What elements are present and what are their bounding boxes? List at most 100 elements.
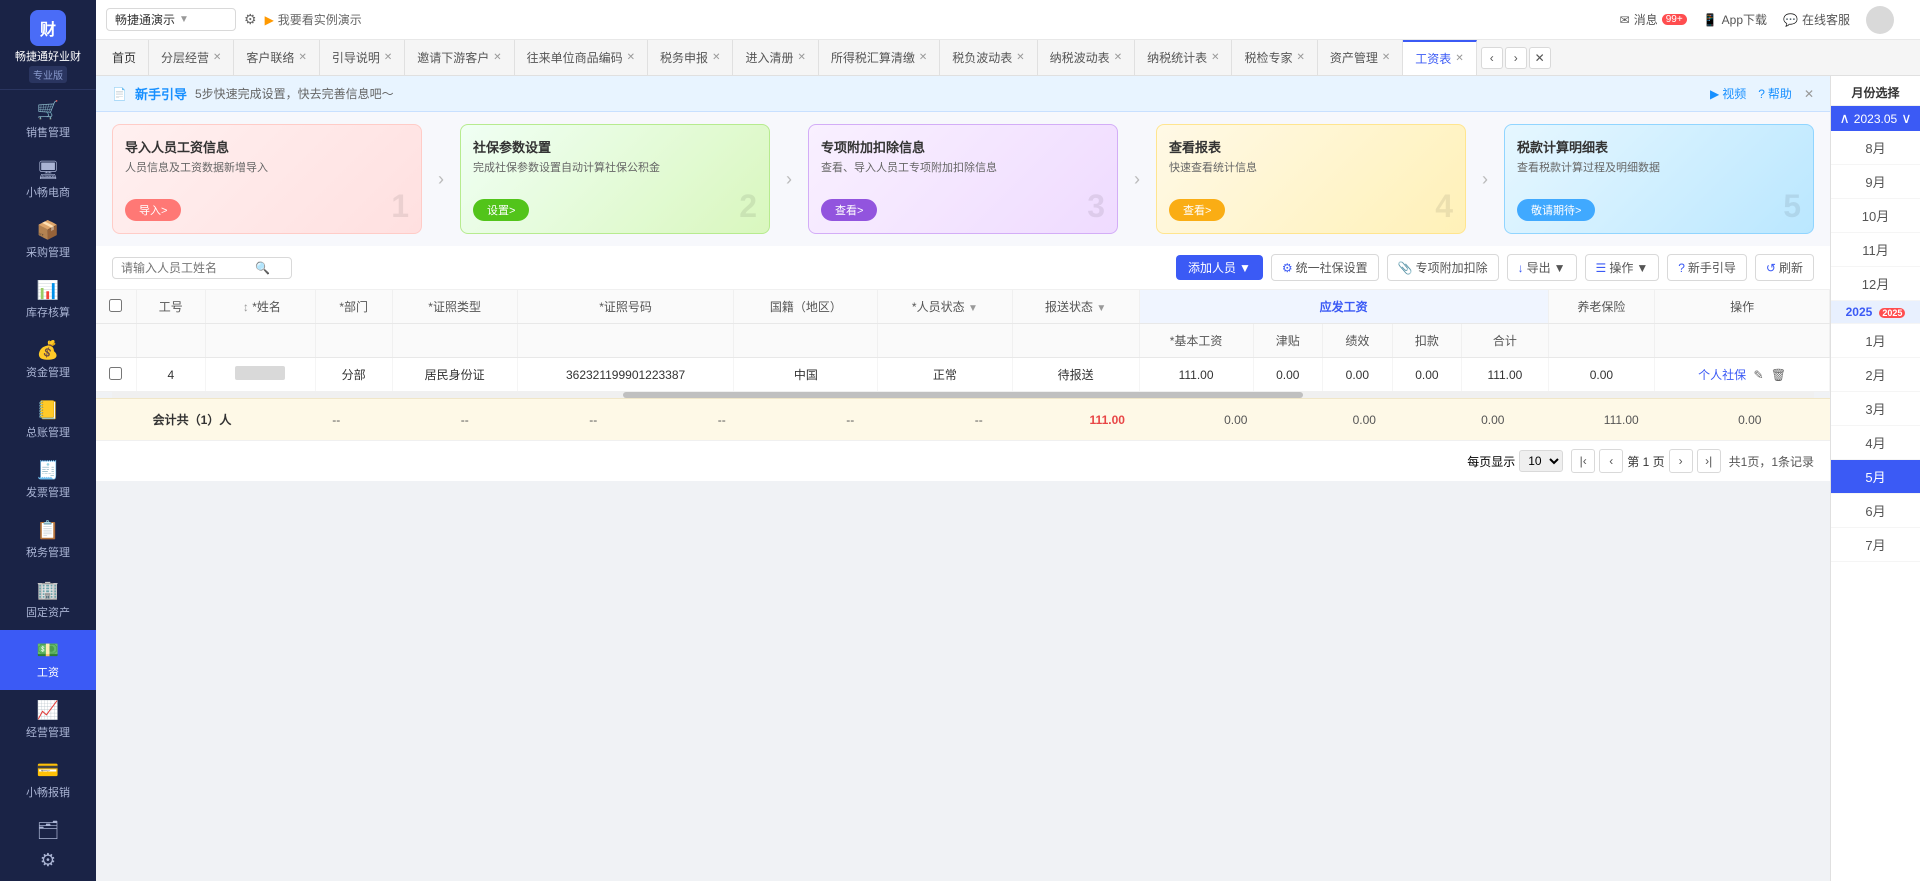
tab-payroll[interactable]: 工资表 ✕ (1403, 40, 1476, 76)
tab-client-close[interactable]: ✕ (298, 52, 306, 63)
unified-setting-label: 统一社保设置 (1296, 259, 1368, 276)
month-6[interactable]: 6月 (1831, 494, 1920, 528)
tab-invite-close[interactable]: ✕ (493, 52, 501, 63)
tab-tax-report-close[interactable]: ✕ (712, 52, 720, 63)
sidebar-item-basics[interactable]: 🗂 基础信息 (0, 810, 96, 840)
unified-setting-btn[interactable]: ⚙ 统一社保设置 (1271, 254, 1379, 281)
tab-tax-stat[interactable]: 纳税统计表 ✕ (1135, 40, 1232, 76)
tab-tax-wave[interactable]: 纳税波动表 ✕ (1038, 40, 1135, 76)
month-10[interactable]: 10月 (1831, 199, 1920, 233)
tab-asset-mgmt[interactable]: 资产管理 ✕ (1318, 40, 1403, 76)
th-idno: *证照号码 (517, 290, 734, 324)
sidebar-item-inventory[interactable]: 📊 库存核算 (0, 270, 96, 330)
export-btn[interactable]: ↓ 导出 ▼ (1507, 254, 1577, 281)
step-1-btn[interactable]: 导入> (125, 199, 181, 221)
sidebar-item-invoice[interactable]: 🧾 发票管理 (0, 450, 96, 510)
guide-close-btn[interactable]: ✕ (1804, 87, 1814, 101)
tab-product-code-close[interactable]: ✕ (627, 52, 635, 63)
topbar-gear-icon[interactable]: ⚙ (244, 11, 257, 28)
tab-payroll-close[interactable]: ✕ (1455, 53, 1463, 64)
operation-btn[interactable]: ☰ 操作 ▼ (1585, 254, 1660, 281)
month-11[interactable]: 11月 (1831, 233, 1920, 267)
company-selector[interactable]: 畅捷通演示 ▼ (106, 8, 236, 31)
page-size-select[interactable]: 10 20 50 (1519, 450, 1563, 472)
tab-tax-expert[interactable]: 税检专家 ✕ (1232, 40, 1317, 76)
tab-tax-burden[interactable]: 税负波动表 ✕ (940, 40, 1037, 76)
tab-guide-desc-close[interactable]: ✕ (384, 52, 392, 63)
sidebar-item-funds[interactable]: 💰 资金管理 (0, 330, 96, 390)
tab-client[interactable]: 客户联络 ✕ (234, 40, 319, 76)
tab-tax-stat-close[interactable]: ✕ (1211, 52, 1219, 63)
tabs-close-all-btn[interactable]: ✕ (1529, 47, 1551, 69)
status-filter-icon[interactable]: ▼ (968, 303, 978, 314)
month-3[interactable]: 3月 (1831, 392, 1920, 426)
month-next-btn[interactable]: ∨ (1901, 110, 1911, 127)
sidebar-item-purchase[interactable]: 📦 采购管理 (0, 210, 96, 270)
sidebar-item-management[interactable]: 📈 经营管理 (0, 690, 96, 750)
settings-icon[interactable]: ⚙ (40, 850, 56, 871)
tab-income-tax[interactable]: 所得税汇算清缴 ✕ (819, 40, 940, 76)
month-5[interactable]: 5月 (1831, 460, 1920, 494)
tab-guide-desc[interactable]: 引导说明 ✕ (320, 40, 405, 76)
prev-page-btn[interactable]: ‹ (1599, 449, 1623, 473)
search-icon[interactable]: 🔍 (255, 261, 270, 275)
personal-insurance-link[interactable]: 个人社保 (1698, 368, 1746, 382)
refresh-btn[interactable]: ↺ 刷新 (1755, 254, 1814, 281)
sidebar-item-ledger[interactable]: 📒 总账管理 (0, 390, 96, 450)
tab-income-tax-close[interactable]: ✕ (919, 52, 927, 63)
app-download-btn[interactable]: 📱 App下载 (1703, 11, 1767, 28)
demo-btn[interactable]: ▶ 我要看实例演示 (265, 11, 362, 28)
search-box[interactable]: 🔍 (112, 257, 292, 279)
tab-invite[interactable]: 邀请下游客户 ✕ (405, 40, 514, 76)
tab-tax-expert-close[interactable]: ✕ (1297, 52, 1305, 63)
tab-asset-mgmt-close[interactable]: ✕ (1382, 52, 1390, 63)
guide-help-btn[interactable]: ? 帮助 (1758, 85, 1792, 102)
service-btn[interactable]: 💬 在线客服 (1783, 11, 1850, 28)
special-deduction-btn[interactable]: 📎 专项附加扣除 (1387, 254, 1499, 281)
tab-tax-wave-close[interactable]: ✕ (1114, 52, 1122, 63)
sidebar-item-reimbursement[interactable]: 💳 小畅报销 (0, 750, 96, 810)
month-2[interactable]: 2月 (1831, 358, 1920, 392)
month-1[interactable]: 1月 (1831, 324, 1920, 358)
tab-home[interactable]: 首页 (100, 40, 149, 76)
tab-layered-close[interactable]: ✕ (213, 52, 221, 63)
row-checkbox[interactable] (109, 367, 122, 380)
sidebar-item-assets[interactable]: 🏢 固定资产 (0, 570, 96, 630)
tab-clearance-close[interactable]: ✕ (797, 52, 805, 63)
delete-icon[interactable]: 🗑 (1771, 368, 1786, 382)
select-all-checkbox[interactable] (109, 299, 122, 312)
tab-product-code[interactable]: 往来单位商品编码 ✕ (515, 40, 648, 76)
month-12[interactable]: 12月 (1831, 267, 1920, 301)
first-page-btn[interactable]: |‹ (1571, 449, 1595, 473)
guide-btn[interactable]: ? 新手引导 (1667, 254, 1747, 281)
month-4[interactable]: 4月 (1831, 426, 1920, 460)
guide-video-btn[interactable]: ▶ 视频 (1710, 85, 1746, 102)
step-4-btn[interactable]: 查看> (1169, 199, 1225, 221)
tab-layered[interactable]: 分层经营 ✕ (149, 40, 234, 76)
sidebar-item-ecommerce[interactable]: 🖥 小畅电商 (0, 150, 96, 210)
sidebar-item-sales[interactable]: 🛒 销售管理 (0, 90, 96, 150)
search-input[interactable] (121, 261, 251, 275)
month-7[interactable]: 7月 (1831, 528, 1920, 562)
edit-icon[interactable]: ✎ (1753, 368, 1763, 382)
sort-icon[interactable]: ↕ (243, 300, 249, 314)
message-btn[interactable]: ✉ 消息 99+ (1620, 11, 1687, 28)
month-8[interactable]: 8月 (1831, 131, 1920, 165)
month-9[interactable]: 9月 (1831, 165, 1920, 199)
step-3-btn[interactable]: 查看> (821, 199, 877, 221)
tabs-next-btn[interactable]: › (1505, 47, 1527, 69)
sidebar-item-tax[interactable]: 📋 税务管理 (0, 510, 96, 570)
tab-clearance[interactable]: 进入清册 ✕ (733, 40, 818, 76)
sidebar-item-payroll[interactable]: 💵 工资 (0, 630, 96, 690)
user-avatar[interactable] (1866, 6, 1894, 34)
tab-tax-burden-close[interactable]: ✕ (1016, 52, 1024, 63)
tabs-prev-btn[interactable]: ‹ (1481, 47, 1503, 69)
tab-tax-report[interactable]: 税务申报 ✕ (648, 40, 733, 76)
month-prev-btn[interactable]: ∧ (1840, 110, 1850, 127)
report-filter-icon[interactable]: ▼ (1096, 303, 1106, 314)
step-5-btn[interactable]: 敬请期待> (1517, 199, 1595, 221)
add-person-btn[interactable]: 添加人员 ▼ (1176, 255, 1263, 280)
step-2-btn[interactable]: 设置> (473, 199, 529, 221)
last-page-btn[interactable]: ›| (1697, 449, 1721, 473)
next-page-btn[interactable]: › (1669, 449, 1693, 473)
